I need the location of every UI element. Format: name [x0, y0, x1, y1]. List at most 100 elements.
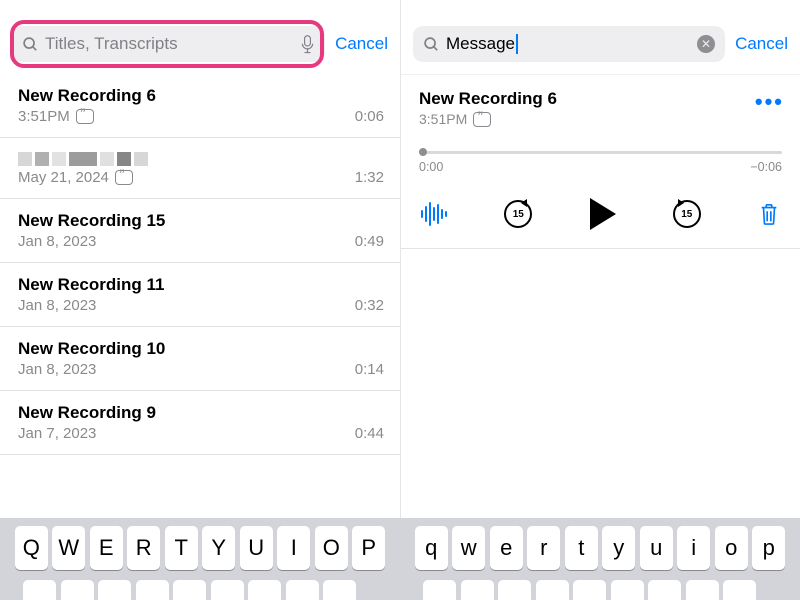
key-stub[interactable]	[461, 580, 494, 600]
transcript-icon	[473, 112, 491, 127]
key-stub[interactable]	[648, 580, 681, 600]
recording-duration: 1:32	[355, 169, 384, 186]
recording-title-obscured	[18, 150, 384, 167]
key-i[interactable]: i	[677, 526, 710, 570]
search-icon	[22, 36, 39, 53]
play-icon	[590, 198, 616, 230]
recording-duration: 0:32	[355, 297, 384, 314]
list-item[interactable]: New Recording 15 Jan 8, 2023 0:49	[0, 199, 400, 263]
list-item[interactable]: May 21, 2024 1:32	[0, 138, 400, 199]
recording-meta: Jan 8, 2023	[18, 233, 96, 250]
search-bar-row: Message ✕ Cancel	[401, 0, 800, 74]
skip-forward-button[interactable]: 15	[673, 200, 701, 228]
recording-title: New Recording 6	[18, 86, 384, 106]
list-item[interactable]: New Recording 10 Jan 8, 2023 0:14	[0, 327, 400, 391]
key-y[interactable]: Y	[202, 526, 235, 570]
recordings-list: New Recording 6 3:51PM 0:06 May 21, 2024…	[0, 74, 400, 455]
keyboard: q w e r t y u i o p	[400, 518, 800, 600]
recording-duration: 0:44	[355, 425, 384, 442]
key-stub[interactable]	[611, 580, 644, 600]
cancel-button[interactable]: Cancel	[329, 34, 394, 54]
play-button[interactable]	[590, 198, 616, 230]
key-stub[interactable]	[573, 580, 606, 600]
recording-title: New Recording 15	[18, 211, 384, 231]
key-t[interactable]: T	[165, 526, 198, 570]
search-box[interactable]	[12, 26, 325, 62]
key-p[interactable]: p	[752, 526, 785, 570]
scrubber[interactable]: 0:00 −0:06	[401, 133, 800, 178]
transcript-icon	[115, 170, 133, 185]
scrubber-track[interactable]	[419, 151, 782, 154]
key-p[interactable]: P	[352, 526, 385, 570]
recording-title: New Recording 10	[18, 339, 384, 359]
key-o[interactable]: O	[315, 526, 348, 570]
player-header: New Recording 6 3:51PM •••	[401, 74, 800, 133]
recording-title: New Recording 11	[18, 275, 384, 295]
key-t[interactable]: t	[565, 526, 598, 570]
waveform-button[interactable]	[421, 202, 447, 226]
key-q[interactable]: q	[415, 526, 448, 570]
key-stub[interactable]	[136, 580, 169, 600]
list-item[interactable]: New Recording 6 3:51PM 0:06	[0, 74, 400, 138]
recording-meta: Jan 8, 2023	[18, 297, 96, 314]
skip-back-icon: 15	[504, 200, 532, 228]
recording-duration: 0:14	[355, 361, 384, 378]
keyboard-row: q w e r t y u i o p	[400, 526, 800, 570]
time-remaining: −0:06	[750, 160, 782, 174]
key-r[interactable]: R	[127, 526, 160, 570]
key-u[interactable]: u	[640, 526, 673, 570]
transcript-icon	[76, 109, 94, 124]
recording-duration: 0:06	[355, 108, 384, 125]
key-stub[interactable]	[173, 580, 206, 600]
recording-meta: Jan 7, 2023	[18, 425, 96, 442]
key-w[interactable]: w	[452, 526, 485, 570]
player-meta: 3:51PM	[419, 111, 467, 127]
key-stub[interactable]	[61, 580, 94, 600]
key-stub[interactable]	[423, 580, 456, 600]
keyboard-row: Q W E R T Y U I O P	[0, 526, 400, 570]
key-y[interactable]: y	[602, 526, 635, 570]
search-icon	[423, 36, 440, 53]
key-stub[interactable]	[248, 580, 281, 600]
key-e[interactable]: E	[90, 526, 123, 570]
key-o[interactable]: o	[715, 526, 748, 570]
text-cursor	[516, 34, 518, 54]
key-r[interactable]: r	[527, 526, 560, 570]
key-stub[interactable]	[723, 580, 756, 600]
clear-icon[interactable]: ✕	[697, 35, 715, 53]
list-item[interactable]: New Recording 11 Jan 8, 2023 0:32	[0, 263, 400, 327]
key-stub[interactable]	[98, 580, 131, 600]
key-stub[interactable]	[211, 580, 244, 600]
recording-title: New Recording 9	[18, 403, 384, 423]
mic-icon[interactable]	[300, 35, 315, 54]
key-e[interactable]: e	[490, 526, 523, 570]
more-options-button[interactable]: •••	[755, 89, 784, 115]
time-current: 0:00	[419, 160, 443, 174]
scrubber-knob[interactable]	[419, 148, 427, 156]
key-stub[interactable]	[536, 580, 569, 600]
search-input-value[interactable]: Message	[446, 34, 518, 55]
key-stub[interactable]	[686, 580, 719, 600]
key-u[interactable]: U	[240, 526, 273, 570]
keyboard: Q W E R T Y U I O P	[0, 518, 400, 600]
right-pane: Message ✕ Cancel New Recording 6 3:51PM …	[400, 0, 800, 600]
key-q[interactable]: Q	[15, 526, 48, 570]
key-stub[interactable]	[498, 580, 531, 600]
list-item[interactable]: New Recording 9 Jan 7, 2023 0:44	[0, 391, 400, 455]
search-input[interactable]	[45, 34, 294, 54]
recording-meta: Jan 8, 2023	[18, 361, 96, 378]
player-controls: 15 15	[401, 178, 800, 249]
recording-duration: 0:49	[355, 233, 384, 250]
recording-meta: 3:51PM	[18, 108, 70, 125]
key-i[interactable]: I	[277, 526, 310, 570]
key-w[interactable]: W	[52, 526, 85, 570]
search-bar-row: Cancel	[0, 0, 400, 74]
skip-back-button[interactable]: 15	[504, 200, 532, 228]
cancel-button[interactable]: Cancel	[729, 34, 794, 54]
key-stub[interactable]	[286, 580, 319, 600]
key-stub[interactable]	[323, 580, 356, 600]
key-stub[interactable]	[23, 580, 56, 600]
left-pane: Cancel New Recording 6 3:51PM 0:06 May 2…	[0, 0, 400, 600]
search-box[interactable]: Message ✕	[413, 26, 725, 62]
delete-button[interactable]	[758, 202, 780, 226]
